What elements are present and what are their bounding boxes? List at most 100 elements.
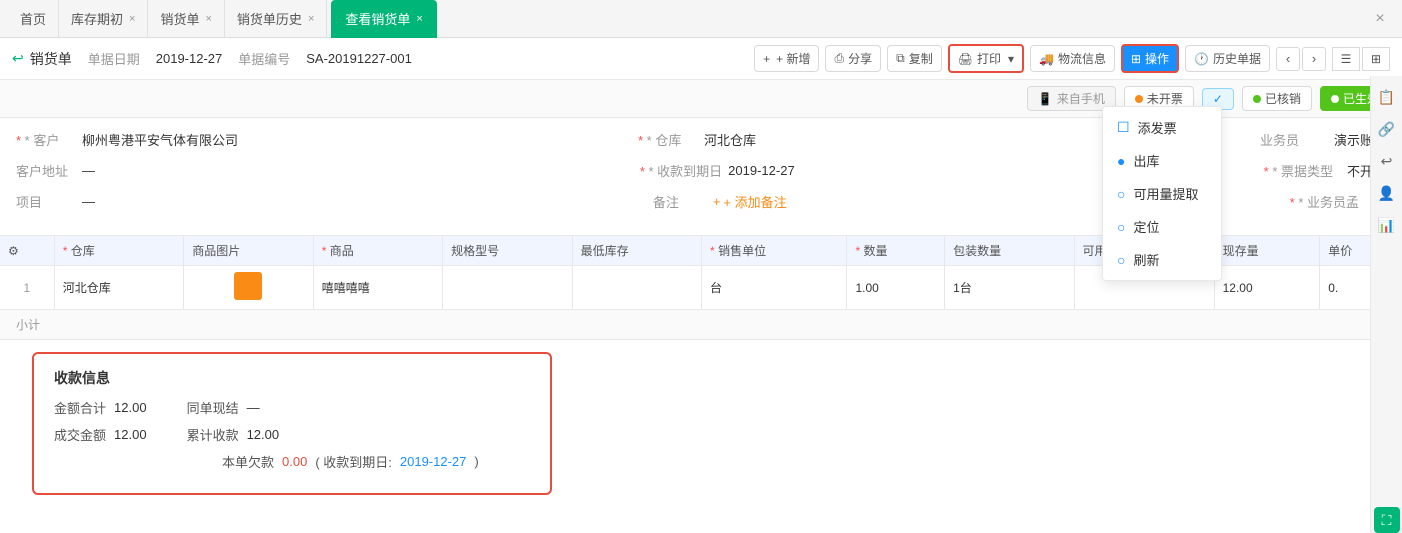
outbound-label: 出库	[1133, 151, 1159, 170]
right-sidebar: 📋 🔗 ↩ 👤 📊 ⛶	[1370, 76, 1402, 533]
th-product: 商品	[313, 236, 442, 266]
copy-button[interactable]: ⧉ 复制	[887, 45, 942, 72]
tab-home[interactable]: 首页	[8, 0, 59, 38]
same-order-label: 同单现结	[187, 398, 239, 417]
view-toggle: ☰ ⊞	[1332, 47, 1390, 71]
th-image: 商品图片	[184, 236, 313, 266]
dropdown-available-extract[interactable]: ○ 可用量提取	[1103, 177, 1221, 210]
main-area: ↩ 销货单 单据日期 2019-12-27 单据编号 SA-20191227-0…	[0, 38, 1402, 533]
nav-arrows: ‹ ›	[1276, 47, 1326, 71]
number-label: 单据编号	[238, 49, 290, 68]
sidebar-clipboard-icon[interactable]: 📋	[1374, 84, 1400, 110]
sidebar-link-icon[interactable]: 🔗	[1374, 116, 1400, 142]
customer-field: * 客户 柳州粤港平安气体有限公司	[16, 130, 638, 149]
dropdown-refresh[interactable]: ○ 刷新	[1103, 243, 1221, 276]
print-icon: 🖨	[958, 52, 973, 66]
doc-meta: 单据日期 2019-12-27 单据编号 SA-20191227-001	[88, 49, 754, 68]
check-icon: ✓	[1213, 92, 1223, 106]
share-button[interactable]: ⎙ 分享	[825, 45, 881, 72]
tab-view-sales[interactable]: 查看销货单 ×	[331, 0, 436, 38]
sidebar-user-icon[interactable]: 👤	[1374, 180, 1400, 206]
tab-sales-history[interactable]: 销货单历史 ×	[225, 0, 327, 38]
next-arrow[interactable]: ›	[1302, 47, 1326, 71]
outbound-icon: ●	[1117, 153, 1125, 169]
operation-button[interactable]: ⊞ 操作	[1121, 44, 1179, 73]
sold-btn[interactable]: 已核销	[1242, 86, 1312, 111]
subtotal-row: 小计	[0, 310, 1402, 340]
tab-inventory-init[interactable]: 库存期初 ×	[59, 0, 148, 38]
dropdown-locate[interactable]: ○ 定位	[1103, 210, 1221, 243]
number-value: SA-20191227-001	[306, 51, 412, 66]
close-tab-history[interactable]: ×	[308, 13, 314, 25]
prev-arrow[interactable]: ‹	[1276, 47, 1300, 71]
date-value: 2019-12-27	[156, 51, 223, 66]
transaction-amount-item: 成交金额 12.00	[54, 425, 147, 444]
ticket-type-label: * 票据类型	[1264, 161, 1333, 180]
close-tab-view-sales[interactable]: ×	[416, 13, 422, 25]
available-extract-label: 可用量提取	[1133, 184, 1198, 203]
summary-area: 收款信息 金额合计 12.00 同单现结 — 成交金额 12.00 累计收款	[0, 340, 1402, 523]
operation-icon: ⊞	[1131, 52, 1141, 66]
customer-label: * 客户	[16, 130, 76, 149]
transaction-amount-value: 12.00	[114, 427, 147, 442]
note-label: 备注	[653, 192, 713, 211]
due-note-end: )	[474, 454, 478, 469]
sold-badge	[1253, 95, 1261, 103]
cell-spec	[443, 266, 572, 310]
transaction-amount-label: 成交金额	[54, 425, 106, 444]
locate-icon: ○	[1117, 219, 1125, 235]
summary-row-2: 成交金额 12.00 累计收款 12.00	[54, 425, 530, 444]
tab-sales-order[interactable]: 销货单 ×	[148, 0, 224, 38]
new-button[interactable]: + + 新增	[754, 45, 819, 72]
history-icon: 🕐	[1194, 52, 1209, 66]
dropdown-outbound[interactable]: ● 出库	[1103, 144, 1221, 177]
add-invoice-label: 添发票	[1138, 118, 1177, 137]
tab-bar-close[interactable]: ×	[1366, 5, 1394, 33]
doc-type-label: 销货单	[30, 49, 72, 69]
cumulative-receipt-label: 累计收款	[187, 425, 239, 444]
dropdown-menu: ☐ 添发票 ● 出库 ○ 可用量提取 ○ 定位 ○ 刷新	[1102, 106, 1222, 281]
not-opened-badge	[1135, 95, 1143, 103]
due-date-value: 2019-12-27	[728, 163, 795, 178]
new-icon: +	[763, 52, 770, 66]
logistics-button[interactable]: 🚚 物流信息	[1030, 45, 1115, 72]
project-field: 项目 —	[16, 192, 653, 211]
summary-box: 收款信息 金额合计 12.00 同单现结 — 成交金额 12.00 累计收款	[32, 352, 552, 495]
due-date-label: * 收款到期日	[640, 161, 722, 180]
cell-current-stock: 12.00	[1214, 266, 1320, 310]
sidebar-expand-icon[interactable]: ⛶	[1374, 507, 1400, 533]
summary-row-3: 本单欠款 0.00 ( 收款到期日: 2019-12-27 )	[54, 452, 530, 471]
cell-unit: 台	[702, 266, 847, 310]
effect-badge	[1331, 95, 1339, 103]
toolbar: + + 新增 ⎙ 分享 ⧉ 复制 🖨 打印 ▾ 🚚 物流信息 ⊞	[754, 44, 1390, 73]
print-button[interactable]: 🖨 打印 ▾	[948, 44, 1024, 73]
add-note-btn[interactable]: + + 添加备注	[713, 192, 787, 211]
print-dropdown-arrow: ▾	[1008, 52, 1014, 66]
grid-view-btn[interactable]: ⊞	[1362, 47, 1390, 71]
current-due-value: 0.00	[282, 454, 307, 469]
sidebar-return-icon[interactable]: ↩	[1374, 148, 1400, 174]
cell-seq: 1	[0, 266, 54, 310]
dropdown-add-invoice[interactable]: ☐ 添发票	[1103, 111, 1221, 144]
customer-value: 柳州粤港平安气体有限公司	[82, 130, 238, 149]
sidebar-chart-icon[interactable]: 📊	[1374, 212, 1400, 238]
close-tab-inventory[interactable]: ×	[129, 13, 135, 25]
address-field: 客户地址 —	[16, 161, 640, 180]
list-view-btn[interactable]: ☰	[1332, 47, 1360, 71]
cell-warehouse: 河北仓库	[54, 266, 183, 310]
total-amount-value: 12.00	[114, 400, 147, 415]
tab-bar: 首页 库存期初 × 销货单 × 销货单历史 × 查看销货单 × ×	[0, 0, 1402, 38]
address-label: 客户地址	[16, 161, 76, 180]
summary-title: 收款信息	[54, 368, 530, 388]
due-date: 2019-12-27	[400, 454, 467, 469]
project-value: —	[82, 194, 95, 209]
cell-package-qty: 1台	[945, 266, 1074, 310]
add-invoice-icon: ☐	[1117, 119, 1130, 136]
product-img	[234, 272, 262, 300]
sales-staff-label: * 业务员孟	[1290, 192, 1359, 211]
close-tab-sales[interactable]: ×	[205, 13, 211, 25]
address-value: —	[82, 163, 95, 178]
add-note-icon: +	[713, 194, 721, 209]
cell-image	[184, 266, 313, 310]
history-button[interactable]: 🕐 历史单据	[1185, 45, 1270, 72]
